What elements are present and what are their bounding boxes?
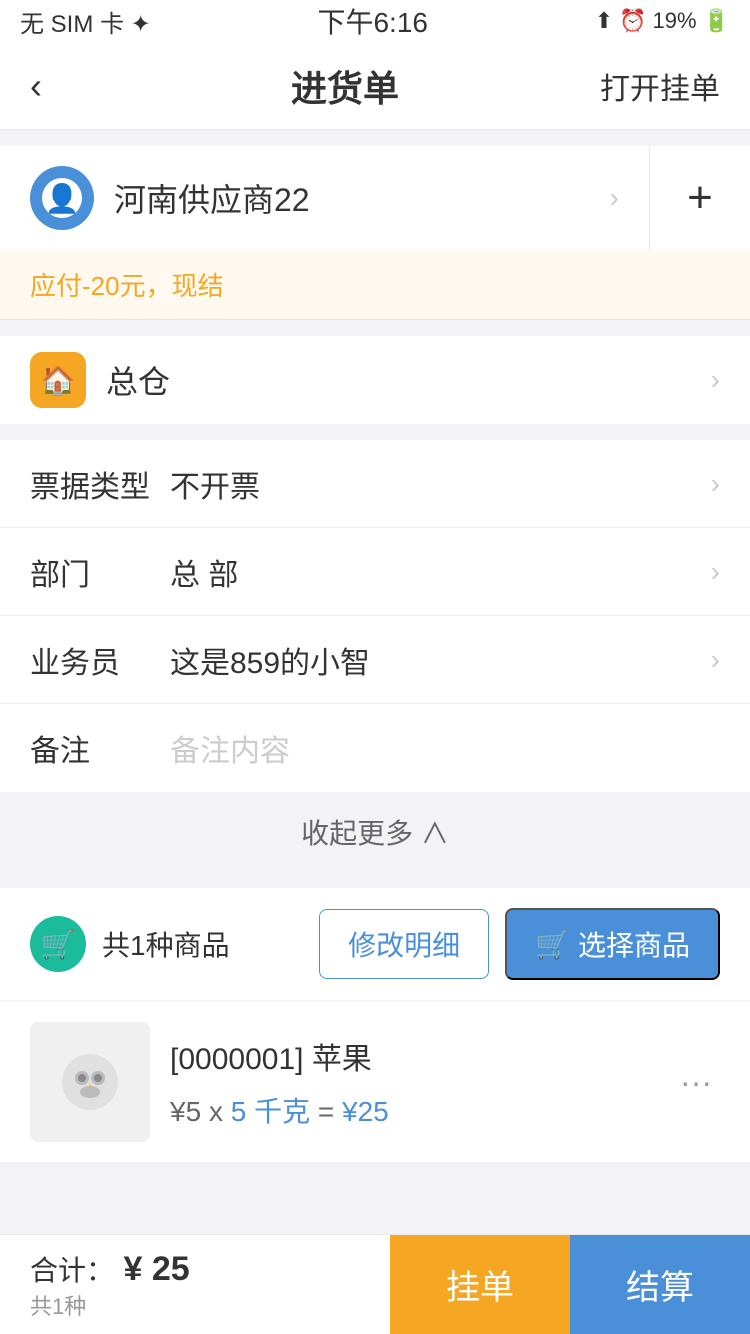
warehouse-icon: 🏠: [30, 352, 86, 408]
chevron-right-icon: ›: [610, 182, 619, 214]
invoice-type-value: 不开票: [170, 462, 701, 506]
nav-bar: ‹ 进货单 打开挂单: [0, 42, 750, 130]
chevron-right-icon: ›: [711, 556, 720, 588]
alarm-icon: ⏰: [619, 8, 646, 34]
avatar-icon: 👤: [42, 178, 82, 218]
select-product-button[interactable]: 🛒 选择商品: [505, 908, 720, 980]
add-supplier-button[interactable]: +: [650, 146, 750, 250]
warehouse-selector[interactable]: 🏠 总仓 ›: [0, 336, 750, 424]
price-label: ¥5: [170, 1096, 201, 1127]
product-header: 🛒 共1种商品 修改明细 🛒 选择商品: [0, 888, 750, 1000]
total-label: 合计：: [30, 1255, 114, 1286]
product-section-icon: 🛒: [30, 916, 86, 972]
chevron-right-icon: ›: [711, 364, 720, 396]
salesman-label: 业务员: [30, 638, 170, 682]
sim-status: 无 SIM 卡 ✦: [20, 4, 151, 39]
battery-icon: 🔋: [703, 8, 730, 34]
product-title: 苹果: [312, 1043, 372, 1076]
remark-row[interactable]: 备注 备注内容: [0, 704, 750, 792]
supplier-avatar: 👤: [30, 166, 94, 230]
total-price: ¥25: [342, 1096, 389, 1127]
select-product-label: 选择商品: [578, 924, 690, 964]
product-more-button[interactable]: ···: [672, 1056, 720, 1109]
total-count: 共1种: [30, 1289, 360, 1321]
total-amount: 合计： ¥ 25: [30, 1249, 360, 1289]
cart-icon: 🛒: [41, 928, 76, 961]
product-item: [0000001] 苹果 ¥5 x 5 千克 = ¥25 ···: [0, 1002, 750, 1162]
invoice-type-label: 票据类型: [30, 462, 170, 506]
price-separator: x: [209, 1096, 231, 1127]
unit-label: 千克: [254, 1096, 310, 1127]
hold-button[interactable]: 挂单: [390, 1235, 570, 1334]
remark-input[interactable]: 备注内容: [170, 726, 720, 770]
product-info: [0000001] 苹果 ¥5 x 5 千克 = ¥25: [170, 1034, 652, 1130]
department-value: 总 部: [170, 550, 701, 594]
bottom-bar: 合计： ¥ 25 共1种 挂单 结算: [0, 1234, 750, 1334]
collapse-button[interactable]: 收起更多 ∧: [0, 792, 750, 872]
status-left: 无 SIM 卡 ✦: [20, 4, 151, 39]
chevron-right-icon: ›: [711, 644, 720, 676]
open-pending-button[interactable]: 打开挂单: [600, 64, 720, 108]
owl-logo: [60, 1052, 120, 1112]
salesman-row[interactable]: 业务员 这是859的小智 ›: [0, 616, 750, 704]
product-thumbnail: [30, 1022, 150, 1142]
salesman-value: 这是859的小智: [170, 638, 701, 682]
form-section: 票据类型 不开票 › 部门 总 部 › 业务员 这是859的小智 › 备注 备注…: [0, 440, 750, 792]
bottom-total: 合计： ¥ 25 共1种: [0, 1249, 390, 1321]
back-button[interactable]: ‹: [30, 65, 90, 107]
remark-label: 备注: [30, 726, 170, 770]
page-title: 进货单: [291, 60, 399, 112]
department-label: 部门: [30, 550, 170, 594]
location-icon: ⬆: [595, 8, 613, 34]
collapse-label: 收起更多 ∧: [301, 812, 449, 852]
edit-detail-button[interactable]: 修改明细: [319, 909, 489, 979]
product-count-label: 共1种商品: [102, 924, 303, 964]
cart-icon: 🛒: [535, 928, 570, 961]
department-row[interactable]: 部门 总 部 ›: [0, 528, 750, 616]
notice-text: 应付-20元，现结: [30, 271, 224, 301]
status-right: ⬆ ⏰ 19% 🔋: [595, 8, 730, 34]
warehouse-section: 🏠 总仓 ›: [0, 336, 750, 424]
battery-level: 19%: [653, 8, 697, 34]
product-price: ¥5 x 5 千克 = ¥25: [170, 1090, 652, 1130]
status-bar: 无 SIM 卡 ✦ 下午6:16 ⬆ ⏰ 19% 🔋: [0, 0, 750, 42]
total-value: ¥ 25: [123, 1250, 189, 1288]
product-name: [0000001] 苹果: [170, 1034, 652, 1078]
checkout-button[interactable]: 结算: [570, 1235, 750, 1334]
notice-bar: 应付-20元，现结: [0, 250, 750, 320]
warehouse-name: 总仓: [106, 357, 701, 403]
quantity-value: 5: [231, 1096, 247, 1127]
supplier-section: 👤 河南供应商22 › +: [0, 146, 750, 250]
status-time: 下午6:16: [317, 1, 428, 41]
chevron-right-icon: ›: [711, 468, 720, 500]
equals-sign: =: [318, 1096, 342, 1127]
supplier-selector[interactable]: 👤 河南供应商22 ›: [0, 146, 650, 250]
invoice-type-row[interactable]: 票据类型 不开票 ›: [0, 440, 750, 528]
product-code: [0000001]: [170, 1043, 303, 1076]
supplier-name: 河南供应商22: [114, 175, 600, 221]
